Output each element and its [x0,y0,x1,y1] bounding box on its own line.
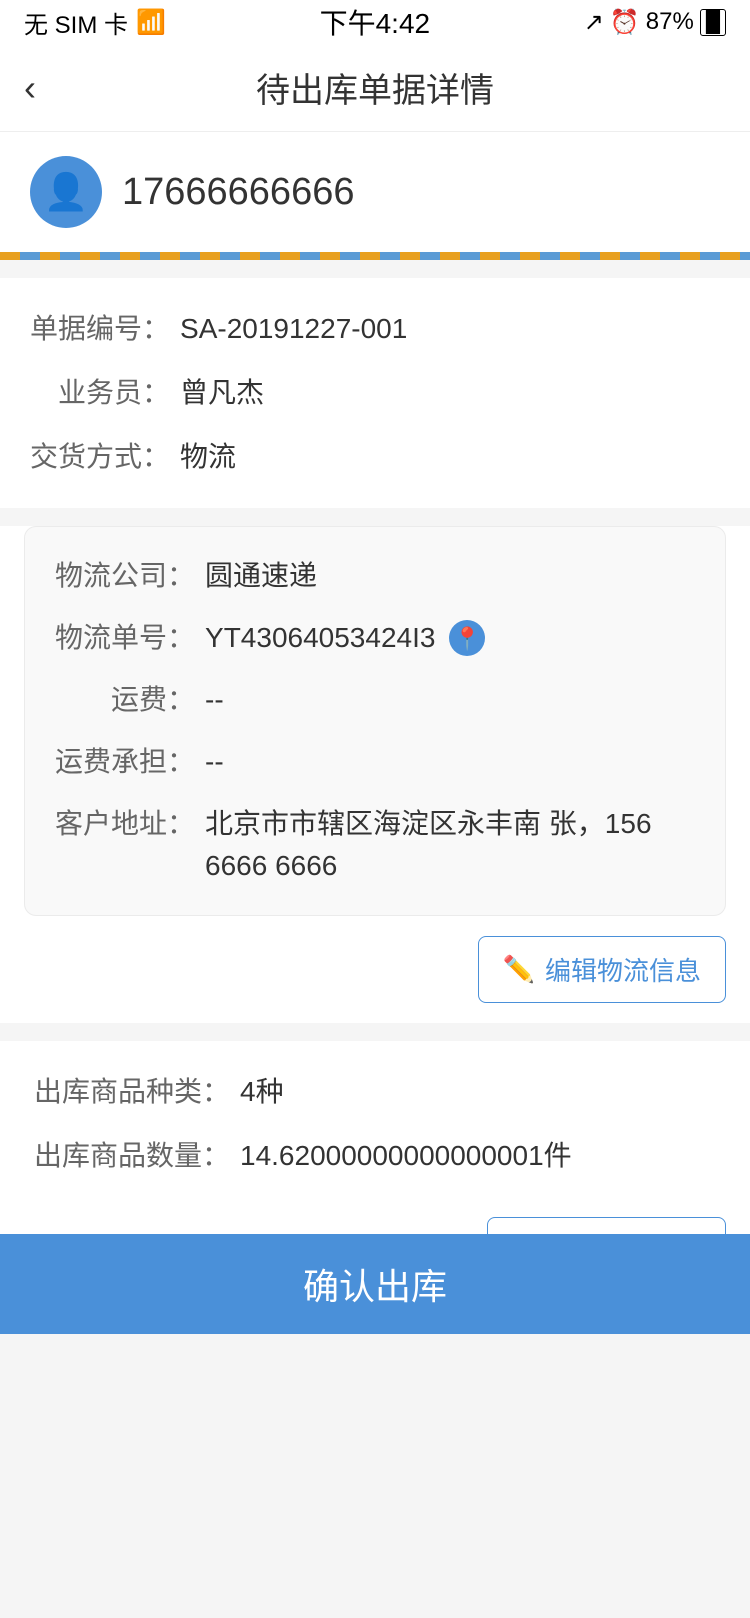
goods-quantity-label: 出库商品数量： [30,1135,230,1177]
logistics-freight-bear-value: -- [205,741,695,783]
carrier-label: 无 SIM 卡 [24,5,128,40]
logistics-company-label: 物流公司： [55,555,195,597]
customer-phone: 17666666666 [122,171,354,214]
location-icon: ↗ [584,8,604,37]
avatar-icon: 👤 [44,171,89,213]
salesman-label: 业务员： [30,372,170,414]
goods-section: 出库商品种类： 4种 出库商品数量： 14.62000000000000001件 [0,1041,750,1207]
logistics-freight-bear-label: 运费承担： [55,741,195,783]
avatar: 👤 [30,156,102,228]
alarm-icon: ⏰ [610,8,640,37]
salesman-value: 曾凡杰 [180,372,720,414]
basic-info-section: 单据编号： SA-20191227-001 业务员： 曾凡杰 交货方式： 物流 [0,278,750,508]
goods-quantity-value: 14.62000000000000001件 [240,1135,720,1177]
back-button[interactable]: ‹ [24,67,36,109]
logistics-tracking-label: 物流单号： [55,617,195,659]
edit-icon: ✏️ [503,954,535,985]
edit-btn-wrapper: ✏️ 编辑物流信息 [0,916,750,1023]
logistics-company-row: 物流公司： 圆通速递 [55,555,695,597]
edit-logistics-label: 编辑物流信息 [545,951,701,988]
confirm-btn-label: 确认出库 [303,1258,447,1310]
salesman-row: 业务员： 曾凡杰 [30,372,720,414]
doc-no-label: 单据编号： [30,308,170,350]
delivery-value: 物流 [180,436,720,478]
battery-icon: █ [700,9,726,36]
status-right: ↗ ⏰ 87% █ [584,8,726,37]
edit-logistics-button[interactable]: ✏️ 编辑物流信息 [478,936,726,1003]
battery-level: 87% [646,8,694,36]
status-left: 无 SIM 卡 📶 [24,5,166,40]
logistics-freight-label: 运费： [55,679,195,721]
logistics-tracking-row: 物流单号： YT43064053424I3 📍 [55,617,695,659]
nav-bar: ‹ 待出库单据详情 [0,44,750,132]
goods-quantity-row: 出库商品数量： 14.62000000000000001件 [30,1135,720,1177]
logistics-freight-value: -- [205,679,695,721]
status-time: 下午4:42 [320,2,431,42]
logistics-address-label: 客户地址： [55,803,195,845]
customer-header: 👤 17666666666 [0,132,750,252]
doc-no-value: SA-20191227-001 [180,308,720,350]
logistics-address-value: 北京市市辖区海淀区永丰南 张，156 6666 6666 [205,803,695,887]
logistics-section: 物流公司： 圆通速递 物流单号： YT43064053424I3 📍 运费： -… [0,526,750,1023]
empty-space [0,1308,750,1508]
doc-no-row: 单据编号： SA-20191227-001 [30,308,720,350]
delivery-label: 交货方式： [30,436,170,478]
status-bar: 无 SIM 卡 📶 下午4:42 ↗ ⏰ 87% █ [0,0,750,44]
logistics-freight-row: 运费： -- [55,679,695,721]
logistics-company-value: 圆通速递 [205,555,695,597]
logistics-freight-bear-row: 运费承担： -- [55,741,695,783]
wifi-icon: 📶 [136,8,166,37]
logistics-tracking-value: YT43064053424I3 [205,617,435,659]
logistics-address-row: 客户地址： 北京市市辖区海淀区永丰南 张，156 6666 6666 [55,803,695,887]
page-title: 待出库单据详情 [256,63,494,112]
delivery-row: 交货方式： 物流 [30,436,720,478]
location-pin-icon[interactable]: 📍 [449,620,485,656]
dashed-separator [0,252,750,260]
confirm-outbound-button[interactable]: 确认出库 [0,1234,750,1334]
logistics-tracking-value-wrapper: YT43064053424I3 📍 [205,617,695,659]
goods-type-row: 出库商品种类： 4种 [30,1071,720,1113]
goods-type-value: 4种 [240,1071,720,1113]
logistics-card: 物流公司： 圆通速递 物流单号： YT43064053424I3 📍 运费： -… [24,526,726,916]
goods-type-label: 出库商品种类： [30,1071,230,1113]
